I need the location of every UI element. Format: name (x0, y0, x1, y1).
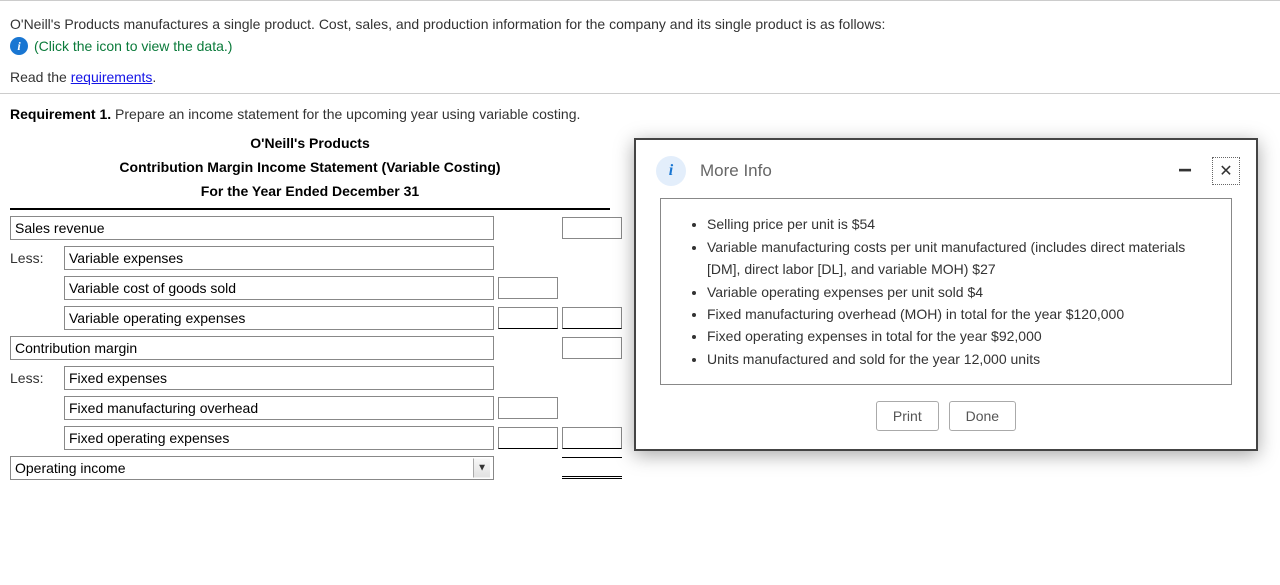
sales-revenue-select[interactable] (10, 216, 494, 240)
info-icon[interactable]: i (10, 37, 28, 55)
list-item: Variable operating expenses per unit sol… (707, 281, 1213, 303)
variable-expenses-select[interactable] (64, 246, 494, 270)
done-button[interactable]: Done (949, 401, 1016, 431)
more-info-footer: Print Done (636, 401, 1256, 449)
variable-opex-amount[interactable] (498, 307, 558, 329)
statement-title: Contribution Margin Income Statement (Va… (10, 156, 610, 180)
print-button[interactable]: Print (876, 401, 939, 431)
requirements-link[interactable]: requirements (71, 69, 153, 85)
read-requirements-line: Read the requirements. (10, 69, 1270, 85)
list-item: Variable manufacturing costs per unit ma… (707, 236, 1213, 281)
sales-revenue-amount[interactable] (562, 217, 622, 239)
requirement-section: Requirement 1. Prepare an income stateme… (0, 94, 1280, 491)
income-statement: O'Neill's Products Contribution Margin I… (10, 132, 610, 479)
read-suffix: . (152, 69, 156, 85)
requirement-text: Prepare an income statement for the upco… (111, 106, 580, 122)
fixed-expenses-select[interactable] (64, 366, 494, 390)
more-info-title: More Info (700, 161, 1158, 181)
workspace: O'Neill's Products Contribution Margin I… (10, 132, 1270, 479)
less-label-2: Less: (10, 370, 60, 386)
row-sales-revenue (10, 216, 494, 240)
more-info-body: Selling price per unit is $54 Variable m… (660, 198, 1232, 385)
requirement-title: Requirement 1. Prepare an income stateme… (10, 106, 1270, 122)
statement-grid: Less: Less: (10, 216, 610, 480)
operating-income-select-wrap[interactable]: ▼ (10, 456, 494, 480)
contribution-margin-select[interactable] (10, 336, 494, 360)
list-item: Fixed manufacturing overhead (MOH) in to… (707, 303, 1213, 325)
statement-company: O'Neill's Products (10, 132, 610, 156)
close-icon[interactable]: ✕ (1212, 157, 1240, 185)
variable-cogs-select[interactable] (64, 276, 494, 300)
variable-opex-select[interactable] (64, 306, 494, 330)
variable-cogs-amount[interactable] (498, 277, 558, 299)
variable-total-amount[interactable] (562, 307, 622, 329)
minimize-icon[interactable]: − (1172, 164, 1198, 178)
operating-income-select[interactable] (10, 456, 494, 480)
click-data-line: i (Click the icon to view the data.) (10, 37, 1270, 55)
intro-text: O'Neill's Products manufactures a single… (10, 13, 1270, 35)
contribution-margin-amount[interactable] (562, 337, 622, 359)
statement-period: For the Year Ended December 31 (10, 180, 610, 210)
more-info-panel: i More Info − ✕ Selling price per unit i… (634, 138, 1258, 451)
problem-intro-section: O'Neill's Products manufactures a single… (0, 0, 1280, 94)
read-prefix: Read the (10, 69, 71, 85)
click-data-text: (Click the icon to view the data.) (34, 38, 232, 54)
list-item: Selling price per unit is $54 (707, 213, 1213, 235)
more-info-header: i More Info − ✕ (636, 140, 1256, 198)
fixed-opex-select[interactable] (64, 426, 494, 450)
operating-income-amount[interactable] (562, 458, 622, 476)
info-icon: i (656, 156, 686, 186)
fixed-total-amount[interactable] (562, 427, 622, 449)
more-info-list: Selling price per unit is $54 Variable m… (679, 213, 1213, 370)
fixed-moh-select[interactable] (64, 396, 494, 420)
fixed-moh-amount[interactable] (498, 397, 558, 419)
list-item: Fixed operating expenses in total for th… (707, 325, 1213, 347)
requirement-label: Requirement 1. (10, 106, 111, 122)
list-item: Units manufactured and sold for the year… (707, 348, 1213, 370)
less-label-1: Less: (10, 250, 60, 266)
operating-income-amount-box[interactable] (562, 457, 622, 479)
fixed-opex-amount[interactable] (498, 427, 558, 449)
